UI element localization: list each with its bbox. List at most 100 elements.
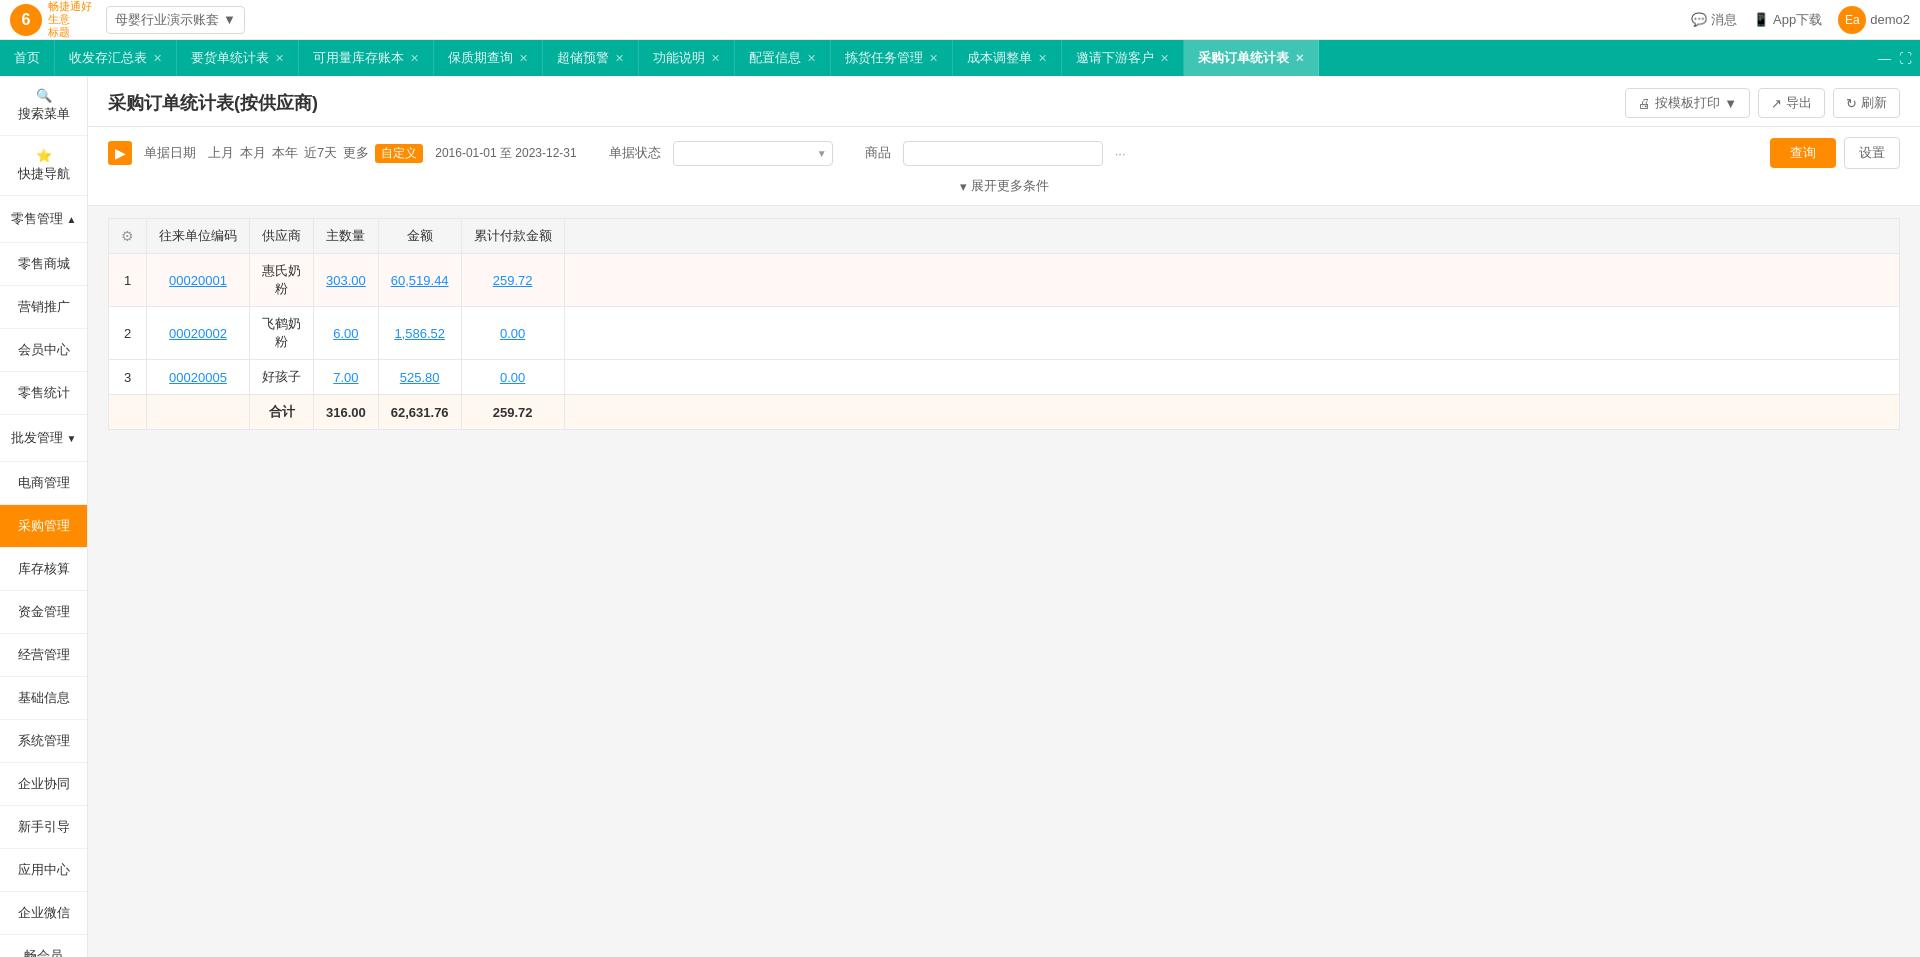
tab-baozhi-close-icon[interactable]: ✕ xyxy=(519,52,528,65)
tab-keyongliang[interactable]: 可用量库存账本 ✕ xyxy=(299,40,434,76)
status-select-wrapper xyxy=(673,141,833,166)
sidebar-quicknav-label: 快捷导航 xyxy=(18,165,70,183)
sidebar-item-search[interactable]: 🔍 搜索菜单 xyxy=(0,76,87,136)
filter-toggle-button[interactable]: ▶ xyxy=(108,141,132,165)
logo-icon: 6 xyxy=(10,4,42,36)
tab-chengben-close-icon[interactable]: ✕ xyxy=(1038,52,1047,65)
settings-button[interactable]: 设置 xyxy=(1844,137,1900,169)
row-quantity[interactable]: 303.00 xyxy=(314,254,379,307)
print-label: 按模板打印 xyxy=(1655,94,1720,112)
expand-more-button[interactable]: ▾ 展开更多条件 xyxy=(960,177,1049,195)
tab-chengben[interactable]: 成本调整单 ✕ xyxy=(953,40,1062,76)
row-paid[interactable]: 259.72 xyxy=(461,254,564,307)
sidebar-item-system[interactable]: 系统管理 xyxy=(0,720,87,763)
refresh-button[interactable]: ↻ 刷新 xyxy=(1833,88,1900,118)
date-btn-more[interactable]: 更多 xyxy=(343,144,369,162)
cooperation-label: 企业协同 xyxy=(18,775,70,793)
date-btn-this-year[interactable]: 本年 xyxy=(272,144,298,162)
query-button[interactable]: 查询 xyxy=(1770,138,1836,168)
member2-label: 畅会员 xyxy=(24,947,63,957)
row-paid[interactable]: 0.00 xyxy=(461,360,564,395)
message-button[interactable]: 💬 消息 xyxy=(1691,11,1737,29)
sidebar-item-member[interactable]: 会员中心 xyxy=(0,329,87,372)
date-btn-this-month[interactable]: 本月 xyxy=(240,144,266,162)
row-code[interactable]: 00020002 xyxy=(147,307,250,360)
date-custom-label[interactable]: 自定义 xyxy=(375,144,423,163)
sidebar-item-finance[interactable]: 资金管理 xyxy=(0,591,87,634)
tab-yaohuo-close-icon[interactable]: ✕ xyxy=(275,52,284,65)
sidebar-item-retail[interactable]: 零售管理 ▲ xyxy=(0,196,87,243)
tab-yaoqing[interactable]: 邀请下游客户 ✕ xyxy=(1062,40,1184,76)
tab-yaohuo[interactable]: 要货单统计表 ✕ xyxy=(177,40,299,76)
tab-keyongliang-close-icon[interactable]: ✕ xyxy=(410,52,419,65)
goods-more-icon[interactable]: ··· xyxy=(1115,146,1126,161)
tab-shoufahui-close-icon[interactable]: ✕ xyxy=(153,52,162,65)
sidebar-item-wholesale[interactable]: 批发管理 ▼ xyxy=(0,415,87,462)
sidebar-item-purchase[interactable]: 采购管理 xyxy=(0,505,87,548)
row-no: 3 xyxy=(109,360,147,395)
print-button[interactable]: 🖨 按模板打印 ▼ xyxy=(1625,88,1750,118)
sidebar-item-basic-info[interactable]: 基础信息 xyxy=(0,677,87,720)
tab-gongneng-close-icon[interactable]: ✕ xyxy=(711,52,720,65)
table-footer-row: 合计 316.00 62,631.76 259.72 xyxy=(109,395,1900,430)
sidebar-item-retail-shop[interactable]: 零售商城 xyxy=(0,243,87,286)
user-profile[interactable]: Ea demo2 xyxy=(1838,6,1910,34)
sidebar-item-marketing[interactable]: 营销推广 xyxy=(0,286,87,329)
tab-caigou-label: 采购订单统计表 xyxy=(1198,49,1289,67)
message-label: 消息 xyxy=(1711,11,1737,29)
workspace-selector[interactable]: 母婴行业演示账套 ▼ xyxy=(106,6,245,34)
export-button[interactable]: ↗ 导出 xyxy=(1758,88,1825,118)
table-row: 2 00020002 飞鹤奶粉 6.00 1,586.52 0.00 xyxy=(109,307,1900,360)
tab-caigou-close-icon[interactable]: ✕ xyxy=(1295,52,1304,65)
retail-label: 零售管理 xyxy=(11,210,63,228)
sidebar-item-quick-nav[interactable]: ⭐ 快捷导航 xyxy=(0,136,87,196)
tab-caigou[interactable]: 采购订单统计表 ✕ xyxy=(1184,40,1319,76)
status-select[interactable] xyxy=(673,141,833,166)
tab-chaozhu-close-icon[interactable]: ✕ xyxy=(615,52,624,65)
export-icon: ↗ xyxy=(1771,96,1782,111)
app-download-icon: 📱 xyxy=(1753,12,1769,27)
sidebar-item-cooperation[interactable]: 企业协同 xyxy=(0,763,87,806)
row-amount[interactable]: 525.80 xyxy=(378,360,461,395)
sidebar-item-wechat[interactable]: 企业微信 xyxy=(0,892,87,935)
tab-yaoqing-close-icon[interactable]: ✕ xyxy=(1160,52,1169,65)
row-code[interactable]: 00020005 xyxy=(147,360,250,395)
tab-chaozhu[interactable]: 超储预警 ✕ xyxy=(543,40,639,76)
date-btn-last-month[interactable]: 上月 xyxy=(208,144,234,162)
sidebar-item-inventory[interactable]: 库存核算 xyxy=(0,548,87,591)
app-download-button[interactable]: 📱 App下载 xyxy=(1753,11,1822,29)
sidebar-item-appcenter[interactable]: 应用中心 xyxy=(0,849,87,892)
sidebar-item-ecommerce[interactable]: 电商管理 xyxy=(0,462,87,505)
tab-home[interactable]: 首页 xyxy=(0,40,55,76)
logo-text: 畅捷通好生意 标题 xyxy=(48,0,98,39)
col-settings[interactable]: ⚙ xyxy=(109,219,147,254)
row-amount[interactable]: 60,519.44 xyxy=(378,254,461,307)
tab-gongneng[interactable]: 功能说明 ✕ xyxy=(639,40,735,76)
table-container: ⚙ 往来单位编码 供应商 主数量 金额 累计付款金额 1 00020001 惠氏… xyxy=(88,206,1920,957)
tab-peizhi[interactable]: 配置信息 ✕ xyxy=(735,40,831,76)
tab-zhihuo-close-icon[interactable]: ✕ xyxy=(929,52,938,65)
tabs-minimize-icon[interactable]: — xyxy=(1878,51,1891,66)
row-code[interactable]: 00020001 xyxy=(147,254,250,307)
nav-tab-actions: — ⛶ xyxy=(1870,51,1920,66)
retail-arrow-icon: ▲ xyxy=(67,214,77,225)
tabs-maximize-icon[interactable]: ⛶ xyxy=(1899,51,1912,66)
sidebar-item-retail-stat[interactable]: 零售统计 xyxy=(0,372,87,415)
sidebar-item-operations[interactable]: 经营管理 xyxy=(0,634,87,677)
table-settings-icon[interactable]: ⚙ xyxy=(121,228,134,244)
row-quantity[interactable]: 7.00 xyxy=(314,360,379,395)
sidebar-item-newguide[interactable]: 新手引导 xyxy=(0,806,87,849)
row-amount[interactable]: 1,586.52 xyxy=(378,307,461,360)
expand-row: ▾ 展开更多条件 xyxy=(108,177,1900,195)
row-paid[interactable]: 0.00 xyxy=(461,307,564,360)
sidebar-item-member2[interactable]: 畅会员 xyxy=(0,935,87,957)
workspace-label: 母婴行业演示账套 xyxy=(115,11,219,29)
tab-shoufahui[interactable]: 收发存汇总表 ✕ xyxy=(55,40,177,76)
goods-input[interactable] xyxy=(903,141,1103,166)
tab-peizhi-close-icon[interactable]: ✕ xyxy=(807,52,816,65)
tab-zhihuo[interactable]: 拣货任务管理 ✕ xyxy=(831,40,953,76)
logo-area: 6 畅捷通好生意 标题 xyxy=(10,0,98,39)
row-quantity[interactable]: 6.00 xyxy=(314,307,379,360)
tab-baozhi[interactable]: 保质期查询 ✕ xyxy=(434,40,543,76)
date-btn-7days[interactable]: 近7天 xyxy=(304,144,337,162)
